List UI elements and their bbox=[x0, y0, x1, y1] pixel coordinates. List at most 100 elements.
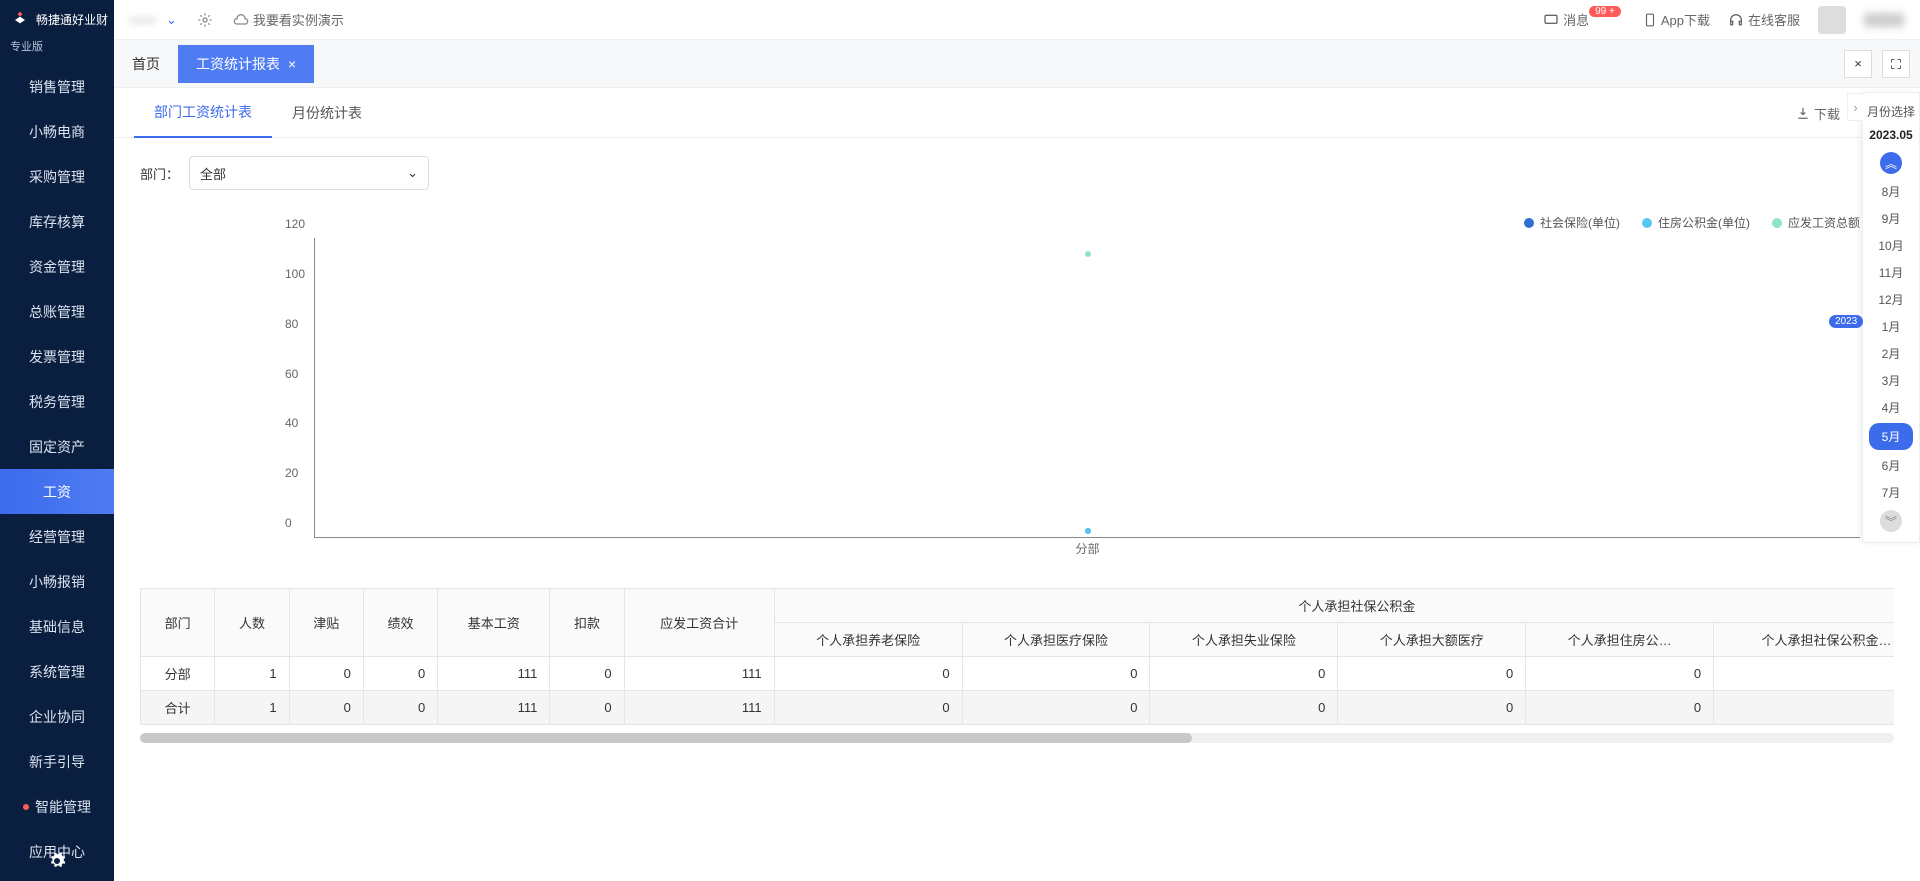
legend-item-1[interactable]: 住房公积金(单位) bbox=[1642, 214, 1750, 231]
sidebar-item-7[interactable]: 税务管理 bbox=[0, 379, 114, 424]
legend-item-2[interactable]: 应发工资总额 bbox=[1772, 214, 1860, 231]
sidebar-item-15[interactable]: 新手引导 bbox=[0, 739, 114, 784]
demo-link[interactable]: 我要看实例演示 bbox=[233, 10, 344, 29]
col-header: 扣款 bbox=[550, 589, 624, 657]
download-icon bbox=[1796, 106, 1810, 120]
sidebar-item-4[interactable]: 资金管理 bbox=[0, 244, 114, 289]
sidebar: 畅捷通好业财 专业版 销售管理小畅电商采购管理库存核算资金管理总账管理发票管理税… bbox=[0, 0, 114, 881]
sidebar-item-label: 采购管理 bbox=[29, 167, 85, 187]
month-option[interactable]: 11月 bbox=[1863, 259, 1919, 286]
sidebar-item-8[interactable]: 固定资产 bbox=[0, 424, 114, 469]
month-option[interactable]: 8月 bbox=[1863, 178, 1919, 205]
table-horizontal-scrollbar[interactable] bbox=[140, 733, 1894, 743]
app-download-link[interactable]: App下载 bbox=[1643, 10, 1710, 29]
sidebar-item-3[interactable]: 库存核算 bbox=[0, 199, 114, 244]
notification-dot-icon bbox=[23, 804, 29, 810]
expand-icon bbox=[1890, 58, 1902, 70]
col-header: 人数 bbox=[215, 589, 289, 657]
month-option[interactable]: 2月 bbox=[1863, 340, 1919, 367]
month-scroll-up-button[interactable]: ︽ bbox=[1880, 152, 1902, 174]
cloud-icon bbox=[233, 12, 249, 28]
cell-value: 0 bbox=[363, 691, 437, 725]
tab-month-stats[interactable]: 月份统计表 bbox=[272, 88, 382, 138]
headset-icon bbox=[1728, 12, 1744, 28]
phone-icon bbox=[1643, 12, 1657, 28]
cell-value: 0 bbox=[1338, 657, 1526, 691]
month-panel-title: 月份选择 bbox=[1863, 99, 1919, 124]
legend-label: 应发工资总额 bbox=[1788, 214, 1860, 231]
col-header: 个人承担大额医疗 bbox=[1338, 623, 1526, 657]
brand-logo: 畅捷通好业财 bbox=[0, 0, 114, 40]
sidebar-item-6[interactable]: 发票管理 bbox=[0, 334, 114, 379]
sidebar-item-0[interactable]: 销售管理 bbox=[0, 64, 114, 109]
messages-link[interactable]: 消息 99 + bbox=[1543, 10, 1625, 29]
legend-dot-icon bbox=[1524, 218, 1534, 228]
legend-item-0[interactable]: 社会保险(单位) bbox=[1524, 214, 1620, 231]
close-icon[interactable]: × bbox=[288, 56, 296, 72]
month-option[interactable]: 10月 bbox=[1863, 232, 1919, 259]
month-option[interactable]: 5月 bbox=[1869, 423, 1913, 450]
sidebar-item-2[interactable]: 采购管理 bbox=[0, 154, 114, 199]
user-name bbox=[1864, 13, 1904, 27]
month-option[interactable]: 1月 bbox=[1863, 313, 1919, 340]
close-all-tabs-button[interactable]: × bbox=[1844, 50, 1872, 78]
col-header: 个人承担养老保险 bbox=[774, 623, 962, 657]
collapse-month-panel-button[interactable]: › bbox=[1847, 93, 1863, 121]
tab-dept-stats[interactable]: 部门工资统计表 bbox=[134, 88, 272, 138]
sidebar-item-14[interactable]: 企业协同 bbox=[0, 694, 114, 739]
brand-icon bbox=[10, 10, 30, 30]
tab-salary-report[interactable]: 工资统计报表 × bbox=[178, 45, 314, 83]
org-selector[interactable]: —— ⌄ bbox=[130, 12, 177, 28]
sidebar-item-13[interactable]: 系统管理 bbox=[0, 649, 114, 694]
cell-value: 0 bbox=[774, 657, 962, 691]
month-option[interactable]: 7月 bbox=[1863, 479, 1919, 506]
table-row: 合计1001110111000000 bbox=[141, 691, 1895, 725]
download-button[interactable]: 下载 bbox=[1796, 104, 1840, 123]
sidebar-item-1[interactable]: 小畅电商 bbox=[0, 109, 114, 154]
month-scroll-down-button[interactable]: ︾ bbox=[1880, 510, 1902, 532]
settings-button[interactable] bbox=[0, 841, 114, 881]
month-option[interactable]: 3月 bbox=[1863, 367, 1919, 394]
sidebar-item-10[interactable]: 经营管理 bbox=[0, 514, 114, 559]
y-tick: 100 bbox=[285, 267, 305, 281]
content-area: 部门工资统计表 月份统计表 下载 刷新 部门： 全部 ⌄ 社会保险(单位)住房公… bbox=[114, 88, 1920, 881]
sidebar-item-5[interactable]: 总账管理 bbox=[0, 289, 114, 334]
sidebar-item-12[interactable]: 基础信息 bbox=[0, 604, 114, 649]
cell-value: 0 bbox=[1526, 691, 1714, 725]
col-header: 应发工资合计 bbox=[624, 589, 774, 657]
org-settings-icon[interactable] bbox=[197, 12, 213, 28]
sidebar-item-11[interactable]: 小畅报销 bbox=[0, 559, 114, 604]
sidebar-item-label: 智能管理 bbox=[35, 797, 91, 817]
avatar[interactable] bbox=[1818, 6, 1846, 34]
sidebar-item-label: 基础信息 bbox=[29, 617, 85, 637]
cell-value: 111 bbox=[438, 691, 550, 725]
support-link[interactable]: 在线客服 bbox=[1728, 10, 1800, 29]
sidebar-item-label: 小畅电商 bbox=[29, 122, 85, 142]
tab-home[interactable]: 首页 bbox=[114, 45, 178, 83]
sidebar-item-label: 销售管理 bbox=[29, 77, 85, 97]
legend-label: 住房公积金(单位) bbox=[1658, 214, 1750, 231]
fullscreen-button[interactable] bbox=[1882, 50, 1910, 78]
chevron-down-icon: ⌄ bbox=[407, 165, 418, 181]
legend-dot-icon bbox=[1642, 218, 1652, 228]
month-option[interactable]: 4月 bbox=[1863, 394, 1919, 421]
y-tick: 60 bbox=[285, 367, 298, 381]
sidebar-item-label: 总账管理 bbox=[29, 302, 85, 322]
brand-name: 畅捷通好业财 bbox=[36, 13, 108, 27]
month-option[interactable]: 6月 bbox=[1863, 452, 1919, 479]
month-option[interactable]: 9月 bbox=[1863, 205, 1919, 232]
cell-value: 0 bbox=[1150, 657, 1338, 691]
legend-label: 社会保险(单位) bbox=[1540, 214, 1620, 231]
sidebar-item-label: 工资 bbox=[43, 482, 71, 502]
cell-value: 0 bbox=[1338, 691, 1526, 725]
month-option[interactable]: 12月 bbox=[1863, 286, 1919, 313]
sidebar-item-label: 系统管理 bbox=[29, 662, 85, 682]
sidebar-item-label: 新手引导 bbox=[29, 752, 85, 772]
scrollbar-thumb[interactable] bbox=[140, 733, 1192, 743]
dept-select[interactable]: 全部 ⌄ bbox=[189, 156, 429, 190]
sidebar-item-label: 库存核算 bbox=[29, 212, 85, 232]
chart-point bbox=[1085, 251, 1091, 257]
sidebar-item-16[interactable]: 智能管理 bbox=[0, 784, 114, 829]
sidebar-item-9[interactable]: 工资 bbox=[0, 469, 114, 514]
dept-filter-label: 部门： bbox=[140, 164, 179, 183]
